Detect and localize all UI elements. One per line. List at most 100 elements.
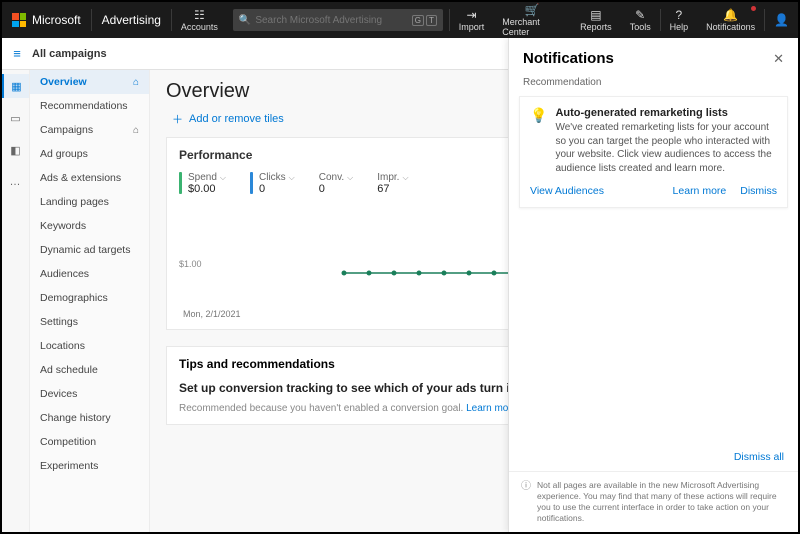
sidebar-item-devices[interactable]: Devices: [30, 382, 149, 406]
view-audiences-link[interactable]: View Audiences: [530, 185, 604, 197]
sidebar-item-audiences[interactable]: Audiences: [30, 262, 149, 286]
info-icon: ⓘ: [521, 480, 531, 524]
metric-label: Conv.: [319, 172, 344, 183]
hamburger-icon[interactable]: ≡: [2, 46, 32, 61]
cart-icon: 🛒: [525, 4, 540, 16]
sidebar-item-label: Audiences: [40, 268, 89, 280]
sidebar-item-dynamic-ad-targets[interactable]: Dynamic ad targets: [30, 238, 149, 262]
import-label: Import: [459, 22, 485, 32]
help-icon: ?: [676, 9, 683, 21]
notifications-menu[interactable]: 🔔 Notifications: [697, 2, 764, 38]
sidebar-item-label: Locations: [40, 340, 85, 352]
metric-impr[interactable]: Impr.⌵ 67: [377, 172, 408, 195]
help-menu[interactable]: ? Help: [661, 2, 698, 38]
metric-clicks[interactable]: Clicks⌵ 0: [250, 172, 295, 195]
chevron-down-icon: ⌵: [347, 173, 353, 183]
sidebar-item-demographics[interactable]: Demographics: [30, 286, 149, 310]
dismiss-all-link[interactable]: Dismiss all: [734, 451, 784, 463]
merchant-label: Merchant Center: [502, 17, 562, 37]
panel-footer: ⓘ Not all pages are available in the new…: [509, 471, 798, 532]
chevron-down-icon: ⌵: [402, 173, 408, 183]
metric-value: 67: [377, 183, 408, 195]
tools-icon: ✎: [635, 9, 645, 21]
metric-label: Spend: [188, 172, 217, 183]
tools-label: Tools: [630, 22, 651, 32]
notif-learn-more-link[interactable]: Learn more: [673, 185, 727, 197]
sidebar-item-label: Landing pages: [40, 196, 109, 208]
reports-menu[interactable]: ▤ Reports: [571, 2, 621, 38]
rail-item-icon[interactable]: ▭: [2, 106, 29, 130]
chevron-down-icon: ⌵: [220, 173, 226, 183]
panel-footer-text: Not all pages are available in the new M…: [537, 480, 786, 524]
sidebar-item-adgroups[interactable]: Ad groups: [30, 142, 149, 166]
sidebar-item-locations[interactable]: Locations: [30, 334, 149, 358]
sidebar-item-label: Competition: [40, 436, 96, 448]
merchant-center-menu[interactable]: 🛒 Merchant Center: [493, 2, 571, 38]
profile-icon: 👤: [774, 14, 789, 26]
sidebar-item-competition[interactable]: Competition: [30, 430, 149, 454]
reports-label: Reports: [580, 22, 612, 32]
metric-value: $0.00: [188, 183, 226, 195]
metric-conv[interactable]: Conv.⌵ 0: [319, 172, 353, 195]
left-nav: Overview ⌂ Recommendations Campaigns ⌂ A…: [30, 70, 150, 532]
metric-value: 0: [319, 183, 353, 195]
sidebar-item-label: Recommendations: [40, 100, 128, 112]
product-name-area[interactable]: Advertising: [92, 2, 171, 38]
sidebar-item-label: Overview: [40, 76, 87, 88]
notification-card: 💡 Auto-generated remarketing lists We've…: [519, 96, 788, 208]
sidebar-item-overview[interactable]: Overview ⌂: [30, 70, 149, 94]
notif-dismiss-link[interactable]: Dismiss: [740, 185, 777, 197]
sidebar-item-label: Ad schedule: [40, 364, 98, 376]
sidebar-item-recommendations[interactable]: Recommendations: [30, 94, 149, 118]
sidebar-item-change-history[interactable]: Change history: [30, 406, 149, 430]
scope-title[interactable]: All campaigns: [32, 48, 107, 60]
metric-label: Impr.: [377, 172, 399, 183]
import-icon: ⇥: [466, 9, 476, 21]
reports-icon: ▤: [590, 9, 601, 21]
brand[interactable]: Microsoft: [2, 2, 91, 38]
sidebar-item-landing-pages[interactable]: Landing pages: [30, 190, 149, 214]
sidebar-item-ads-extensions[interactable]: Ads & extensions: [30, 166, 149, 190]
plus-icon: ＋: [172, 111, 183, 127]
product-name: Advertising: [102, 13, 161, 27]
sidebar-item-label: Demographics: [40, 292, 108, 304]
rail-overview-icon[interactable]: ▦: [2, 74, 29, 98]
notifications-label: Notifications: [706, 22, 755, 32]
metric-spend[interactable]: Spend⌵ $0.00: [179, 172, 226, 195]
sidebar-item-label: Campaigns: [40, 124, 93, 136]
rail-item-icon[interactable]: ◧: [2, 138, 29, 162]
profile-menu[interactable]: 👤: [765, 2, 798, 38]
sidebar-item-settings[interactable]: Settings: [30, 310, 149, 334]
bell-icon: 🔔: [723, 9, 738, 21]
notification-body: We've created remarketing lists for your…: [555, 121, 777, 175]
sidebar-item-label: Ad groups: [40, 148, 88, 160]
sidebar-item-campaigns[interactable]: Campaigns ⌂: [30, 118, 149, 142]
metric-color-bar: [250, 172, 253, 194]
sidebar-item-keywords[interactable]: Keywords: [30, 214, 149, 238]
lightbulb-icon: 💡: [530, 107, 547, 175]
sidebar-item-label: Settings: [40, 316, 78, 328]
x-start-label: Mon, 2/1/2021: [183, 309, 241, 319]
search-badge-t: T: [426, 15, 437, 26]
search-icon: 🔍: [239, 15, 251, 26]
rail-more-icon[interactable]: …: [2, 170, 29, 194]
search-input[interactable]: [255, 15, 409, 26]
sidebar-item-ad-schedule[interactable]: Ad schedule: [30, 358, 149, 382]
sidebar-item-experiments[interactable]: Experiments: [30, 454, 149, 478]
accounts-menu[interactable]: ☷ Accounts: [172, 2, 227, 38]
panel-title: Notifications: [523, 50, 614, 67]
home-icon: ⌂: [133, 125, 139, 136]
sidebar-item-label: Keywords: [40, 220, 86, 232]
notifications-panel: Notifications ✕ Recommendation 💡 Auto-ge…: [508, 38, 798, 532]
panel-section-label: Recommendation: [509, 71, 798, 96]
close-icon[interactable]: ✕: [773, 51, 784, 67]
tools-menu[interactable]: ✎ Tools: [621, 2, 660, 38]
import-menu[interactable]: ⇥ Import: [450, 2, 494, 38]
search-box[interactable]: 🔍 G T: [233, 9, 443, 31]
metric-value: 0: [259, 183, 295, 195]
metric-label: Clicks: [259, 172, 286, 183]
topbar: Microsoft Advertising ☷ Accounts 🔍 G T ⇥…: [2, 2, 798, 38]
help-label: Help: [670, 22, 689, 32]
add-tiles-label: Add or remove tiles: [189, 113, 284, 125]
sidebar-item-label: Ads & extensions: [40, 172, 121, 184]
